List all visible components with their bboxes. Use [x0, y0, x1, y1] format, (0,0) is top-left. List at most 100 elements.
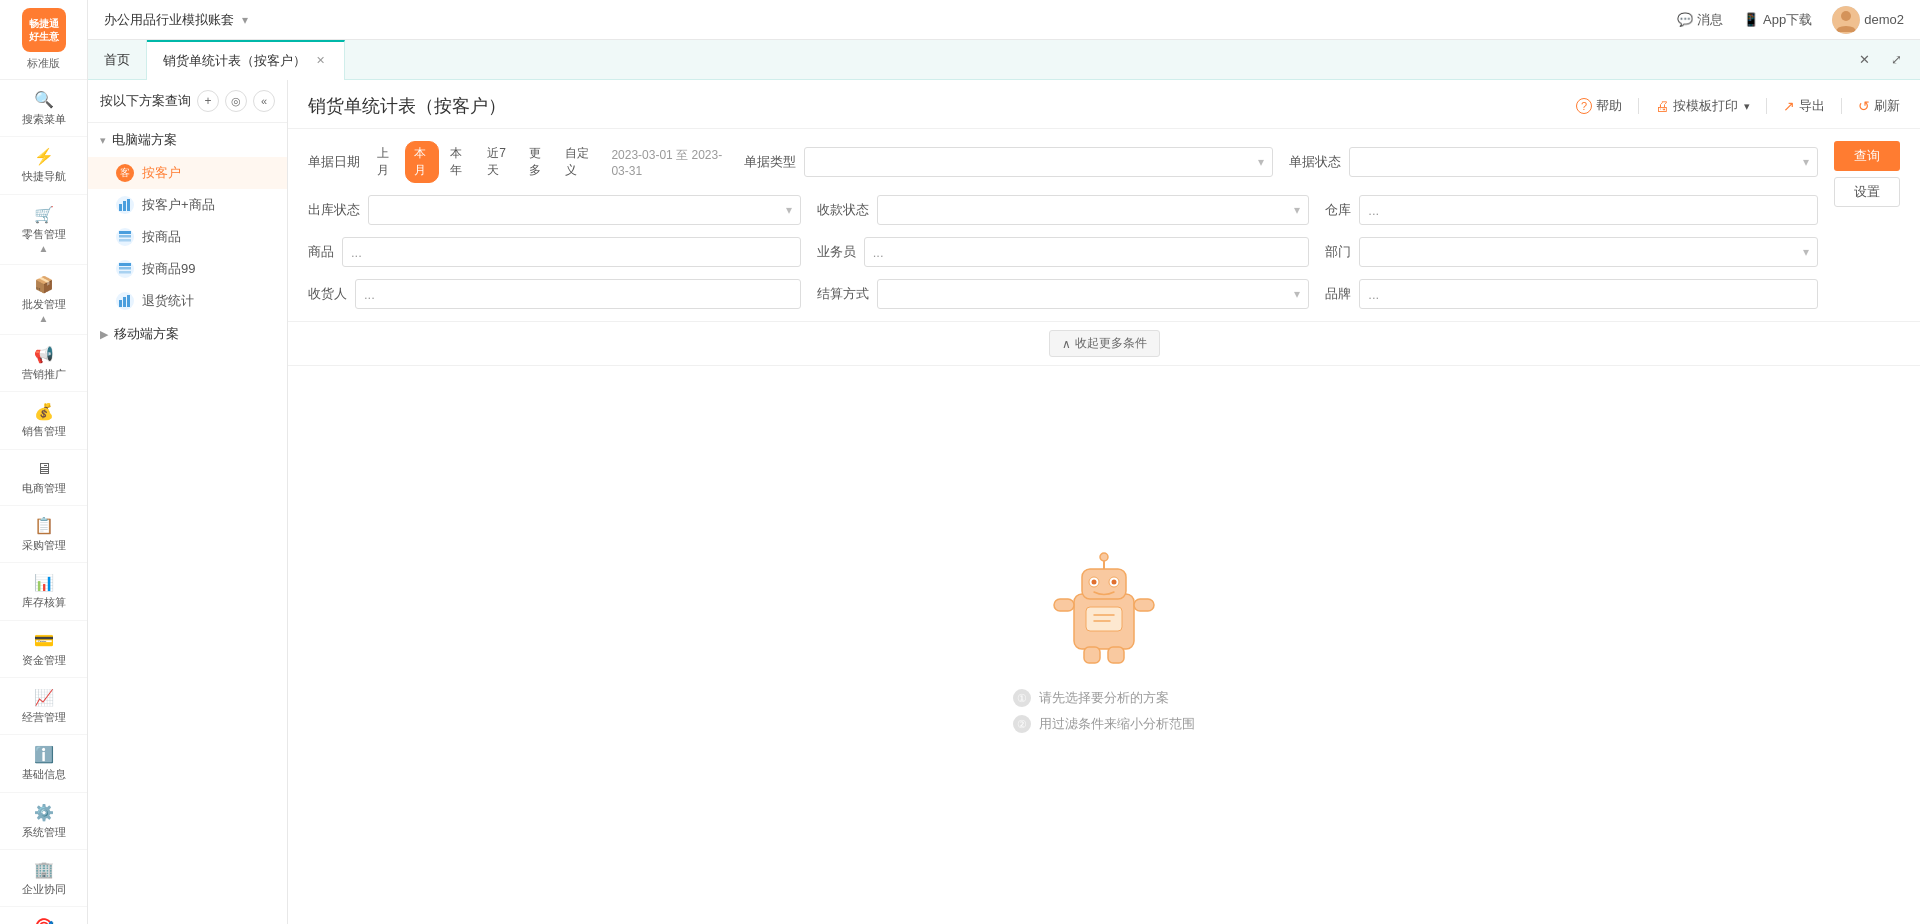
svg-rect-5 — [119, 231, 131, 234]
settings-button[interactable]: 设置 — [1834, 177, 1900, 207]
sidebar-item-finance[interactable]: 💳 资金管理 — [0, 621, 87, 678]
search-icon: 🔍 — [34, 90, 54, 109]
date-label: 单据日期 — [308, 153, 360, 171]
receipt-status-input[interactable]: ▾ — [877, 195, 1310, 225]
scheme-item-by-product[interactable]: 按商品 — [88, 221, 287, 253]
sidebar-item-search[interactable]: 🔍 搜索菜单 — [0, 80, 87, 137]
page-header: 销货单统计表（按客户） ? 帮助 🖨 按模板打印 ▾ ↗ — [288, 80, 1920, 129]
scheme-group-mobile-title[interactable]: ▶ 移动端方案 — [88, 317, 287, 351]
sidebar-item-label: 资金管理 — [22, 653, 66, 667]
search-button[interactable]: 查询 — [1834, 141, 1900, 171]
scheme-item-by-customer[interactable]: 客 按客户 — [88, 157, 287, 189]
filter-recipient: 收货人 ... — [308, 279, 801, 309]
filter-order-type: 单据类型 ▾ — [744, 147, 1273, 177]
app-title-dropdown-icon[interactable]: ▾ — [242, 13, 248, 27]
left-panel-title: 按以下方案查询 — [100, 92, 191, 110]
settlement-input[interactable]: ▾ — [877, 279, 1310, 309]
scheme-item-label: 按客户+商品 — [142, 196, 215, 214]
filter-order-status: 单据状态 ▾ — [1289, 147, 1818, 177]
operations-icon: 📈 — [34, 688, 54, 707]
scheme-item-customer-product[interactable]: 按客户+商品 — [88, 189, 287, 221]
date-tab-more[interactable]: 更多 — [520, 141, 555, 183]
collapse-button[interactable]: ∧ 收起更多条件 — [1049, 330, 1160, 357]
filter-department: 部门 ▾ — [1325, 237, 1818, 267]
salesperson-input[interactable]: ... — [864, 237, 1310, 267]
sidebar-nav-items: 🔍 搜索菜单 ⚡ 快捷导航 🛒 零售管理 ▲ 📦 批发管理 ▲ 📢 营销推广 💰… — [0, 80, 87, 924]
scheme-item-label: 按商品 — [142, 228, 181, 246]
sidebar-item-retail[interactable]: 🛒 零售管理 ▲ — [0, 195, 87, 265]
empty-hints: ① 请先选择要分析的方案 ② 用过滤条件来缩小分析范围 — [1013, 689, 1195, 741]
sidebar-item-quick-nav[interactable]: ⚡ 快捷导航 — [0, 137, 87, 194]
svg-rect-6 — [119, 235, 131, 238]
settings-scheme-button[interactable]: ◎ — [225, 90, 247, 112]
sidebar-item-purchase[interactable]: 📋 采购管理 — [0, 506, 87, 563]
tab-home[interactable]: 首页 — [88, 40, 147, 80]
svg-rect-11 — [119, 300, 122, 307]
message-button[interactable]: 💬 消息 — [1677, 11, 1723, 29]
sidebar-item-basics[interactable]: ℹ️ 基础信息 — [0, 735, 87, 792]
order-type-input[interactable]: ▾ — [804, 147, 1273, 177]
app-download-button[interactable]: 📱 App下载 — [1743, 11, 1812, 29]
svg-rect-12 — [123, 297, 126, 307]
sidebar-item-inventory[interactable]: 📊 库存核算 — [0, 563, 87, 620]
finance-icon: 💳 — [34, 631, 54, 650]
scheme-item-label: 按客户 — [142, 164, 181, 182]
warehouse-input[interactable]: ... — [1359, 195, 1818, 225]
tab-bar-actions: ✕ ⤢ — [1852, 48, 1920, 72]
left-panel-header: 按以下方案查询 + ◎ « — [88, 80, 287, 123]
scheme-group-desktop-title[interactable]: ▾ 电脑端方案 — [88, 123, 287, 157]
sidebar-logo[interactable]: 畅捷通 好生意 标准版 — [0, 0, 87, 80]
brand-label: 品牌 — [1325, 285, 1351, 303]
sidebar-item-ecommerce[interactable]: 🖥 电商管理 — [0, 450, 87, 506]
filter-settlement: 结算方式 ▾ — [817, 279, 1310, 309]
help-button[interactable]: ? 帮助 — [1576, 97, 1622, 115]
date-tab-this-year[interactable]: 本年 — [441, 141, 476, 183]
user-profile-button[interactable]: demo2 — [1832, 6, 1904, 34]
date-tab-7days[interactable]: 近7天 — [478, 141, 517, 183]
sidebar-item-label: 经营管理 — [22, 710, 66, 724]
recipient-label: 收货人 — [308, 285, 347, 303]
robot-svg — [1044, 549, 1164, 669]
export-button[interactable]: ↗ 导出 — [1783, 97, 1825, 115]
tab-close-action[interactable]: ✕ — [1852, 48, 1876, 72]
scheme-item-by-product99[interactable]: 按商品99 — [88, 253, 287, 285]
sidebar-item-label: 快捷导航 — [22, 169, 66, 183]
product-input[interactable]: ... — [342, 237, 801, 267]
svg-rect-4 — [127, 199, 130, 211]
date-tab-last-month[interactable]: 上月 — [368, 141, 403, 183]
scheme-item-return-stats[interactable]: 退货统计 — [88, 285, 287, 317]
basics-icon: ℹ️ — [34, 745, 54, 764]
refresh-button[interactable]: ↺ 刷新 — [1858, 97, 1900, 115]
sidebar-item-label: 销售管理 — [22, 424, 66, 438]
brand-input[interactable]: ... — [1359, 279, 1818, 309]
sidebar-item-operations[interactable]: 📈 经营管理 — [0, 678, 87, 735]
top-header-left: 办公用品行业模拟账套 ▾ — [104, 11, 248, 29]
sidebar-item-marketing[interactable]: 📢 营销推广 — [0, 335, 87, 392]
sidebar-item-newbie[interactable]: 🎯 新手引导 — [0, 907, 87, 924]
out-status-input[interactable]: ▾ — [368, 195, 801, 225]
tab-expand-action[interactable]: ⤢ — [1884, 48, 1908, 72]
filter-salesperson: 业务员 ... — [817, 237, 1310, 267]
recipient-input[interactable]: ... — [355, 279, 801, 309]
svg-point-1 — [1841, 11, 1851, 21]
add-scheme-button[interactable]: + — [197, 90, 219, 112]
print-dropdown-icon[interactable]: ▾ — [1744, 100, 1750, 113]
date-tab-this-month[interactable]: 本月 — [405, 141, 440, 183]
warehouse-label: 仓库 — [1325, 201, 1351, 219]
print-button[interactable]: 🖨 按模板打印 ▾ — [1655, 97, 1750, 115]
sidebar-item-sales[interactable]: 💰 销售管理 — [0, 392, 87, 449]
department-input[interactable]: ▾ — [1359, 237, 1818, 267]
tab-close-button[interactable]: ✕ — [312, 53, 328, 69]
sidebar-item-label: 零售管理 — [22, 227, 66, 241]
filter-row-3: 商品 ... 业务员 ... — [308, 237, 1818, 267]
app-title: 办公用品行业模拟账套 — [104, 11, 234, 29]
sidebar-item-system[interactable]: ⚙️ 系统管理 — [0, 793, 87, 850]
order-status-input[interactable]: ▾ — [1349, 147, 1818, 177]
sidebar-item-wholesale[interactable]: 📦 批发管理 ▲ — [0, 265, 87, 335]
collapse-panel-button[interactable]: « — [253, 90, 275, 112]
sidebar-item-enterprise[interactable]: 🏢 企业协同 — [0, 850, 87, 907]
tab-sales-stats[interactable]: 销货单统计表（按客户） ✕ — [147, 40, 345, 80]
sidebar-item-label: 基础信息 — [22, 767, 66, 781]
date-tab-custom[interactable]: 自定义 — [556, 141, 599, 183]
app-download-label: App下载 — [1763, 11, 1812, 29]
